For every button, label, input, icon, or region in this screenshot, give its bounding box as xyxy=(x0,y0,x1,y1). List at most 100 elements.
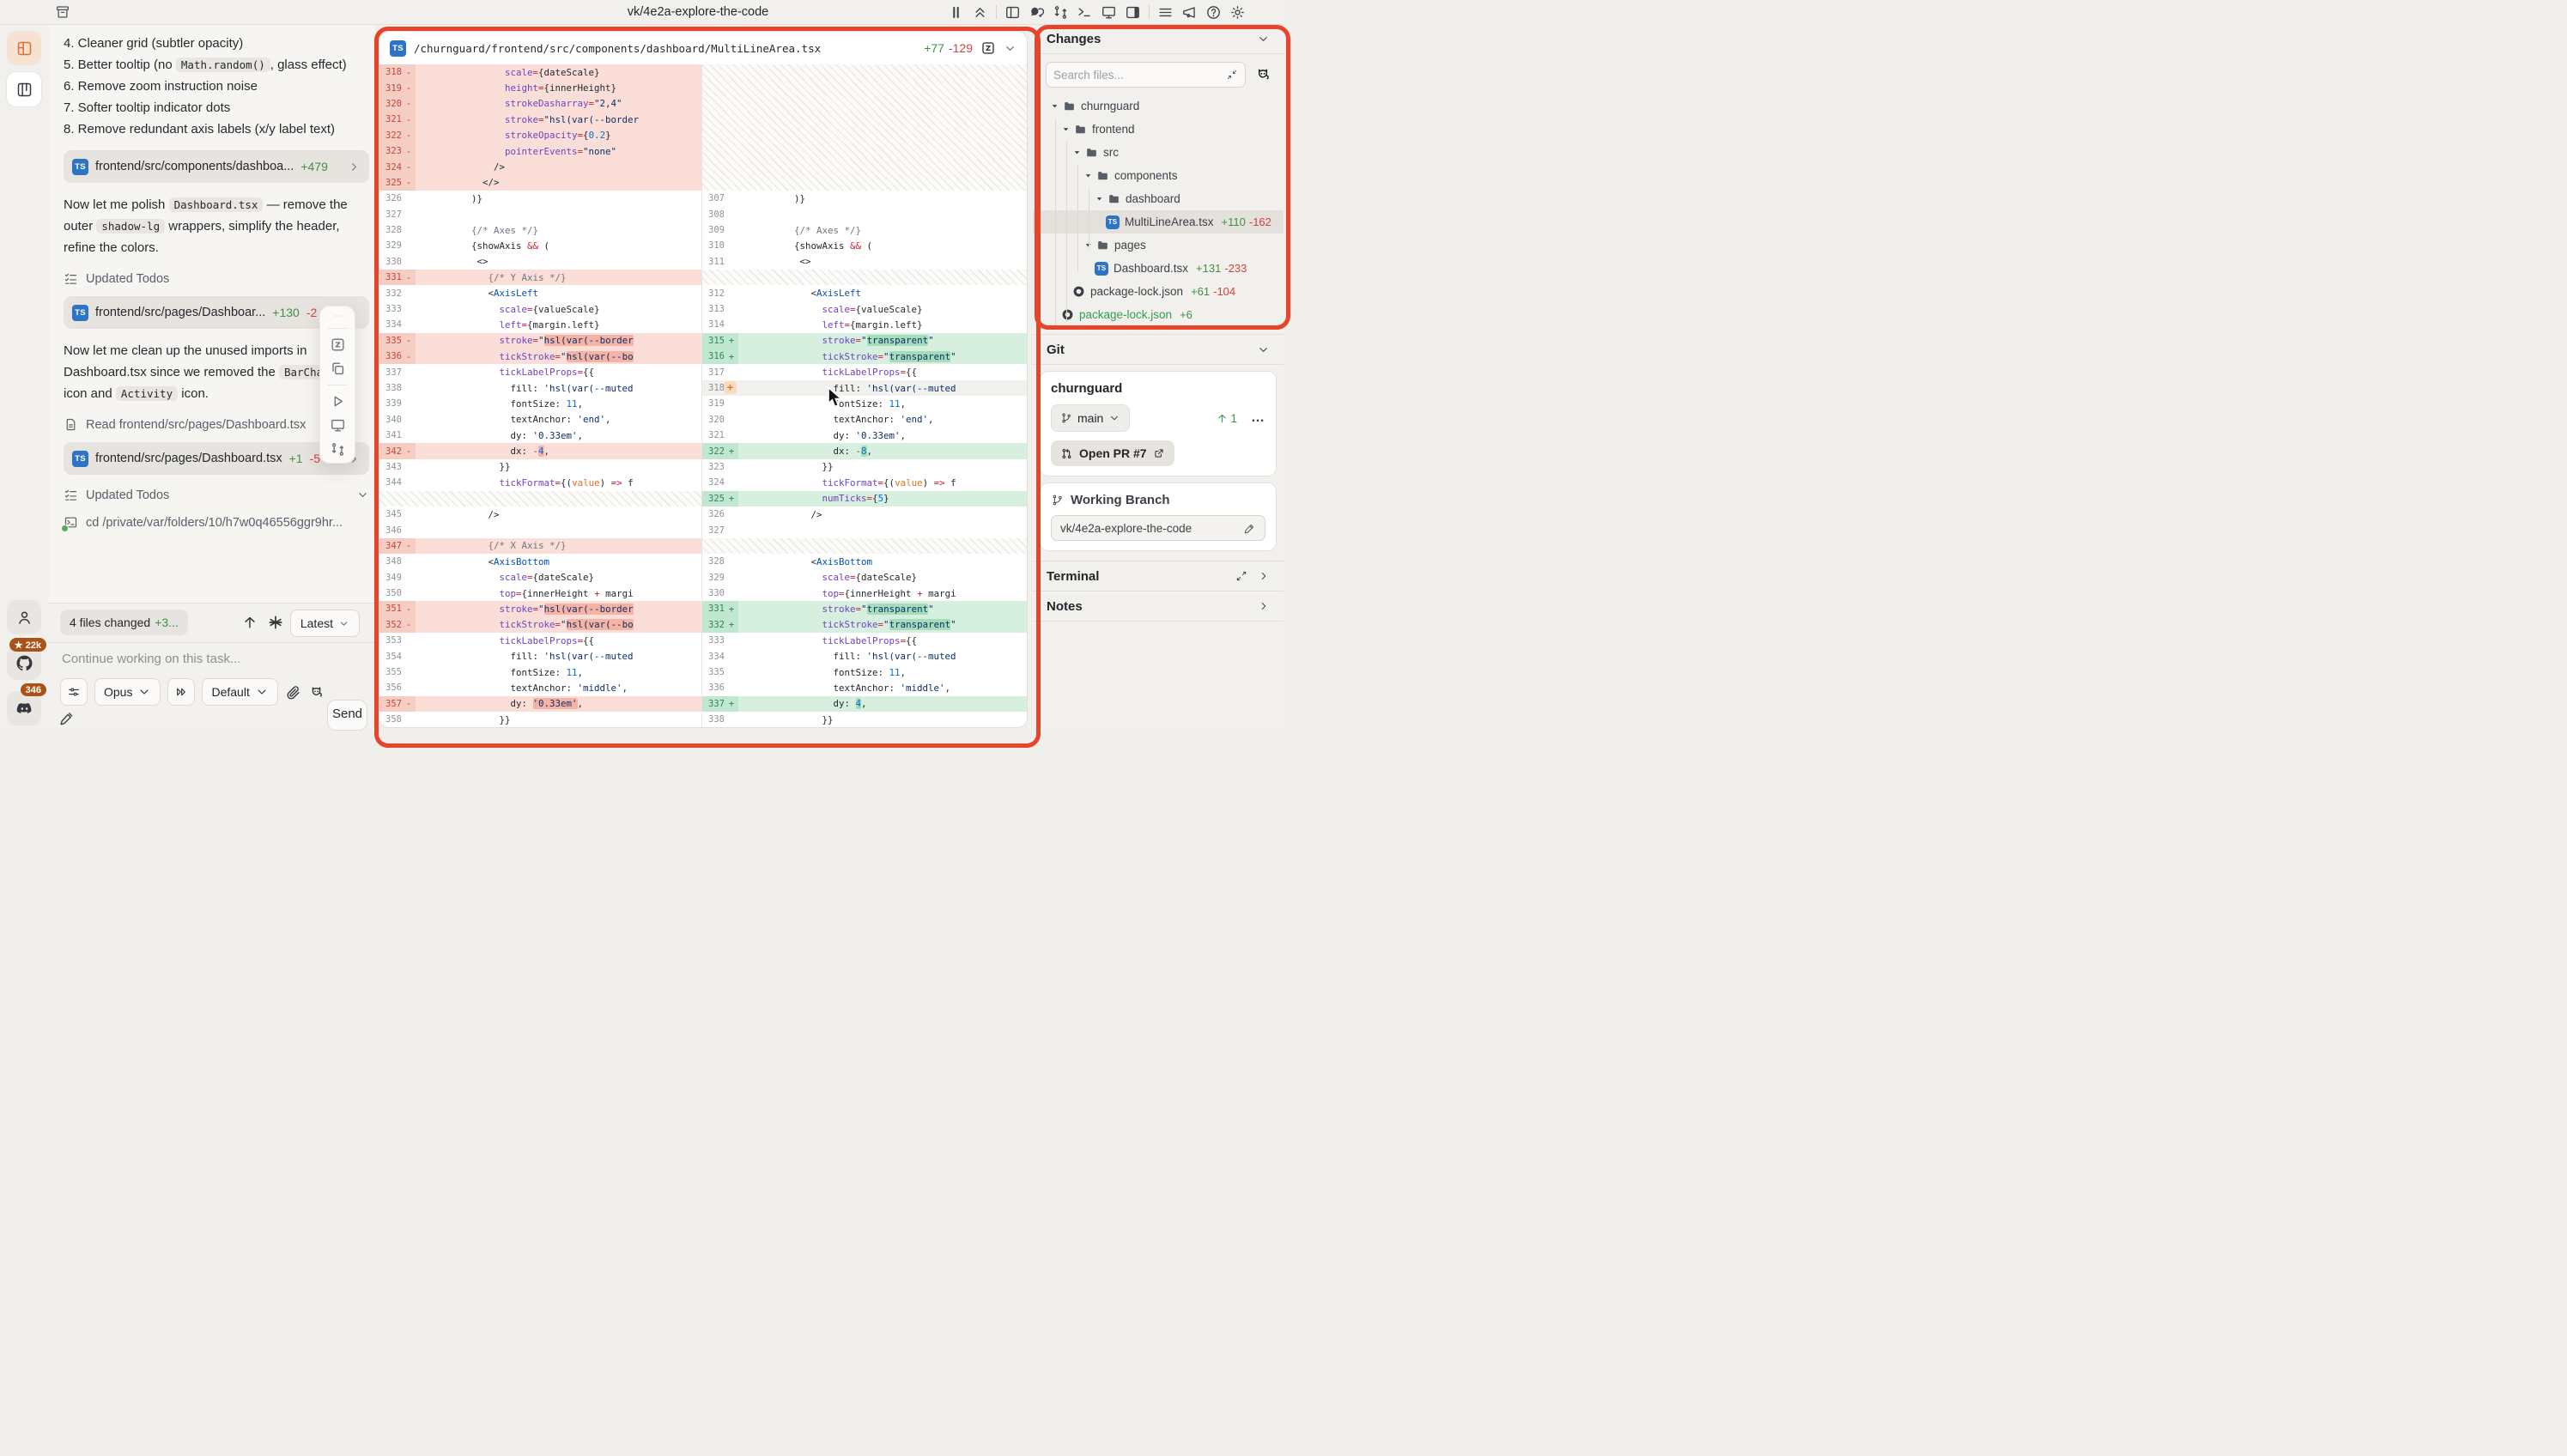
updated-todos-row[interactable]: Updated Todos xyxy=(64,271,369,286)
cat-icon[interactable] xyxy=(1254,66,1271,83)
message-input[interactable]: Continue working on this task... xyxy=(62,652,362,666)
diff-line-left[interactable]: 323- pointerEvents="none" xyxy=(379,143,701,159)
diff-line-right[interactable] xyxy=(701,64,1027,80)
pause-icon[interactable] xyxy=(948,4,964,21)
paperclip-icon[interactable] xyxy=(285,684,301,701)
diff-line-left[interactable]: 340 textAnchor: 'end', xyxy=(379,412,701,428)
git-compare-icon[interactable] xyxy=(330,441,346,458)
fast-forward-button[interactable] xyxy=(167,678,195,706)
diff-line-right[interactable] xyxy=(701,159,1027,174)
more-button[interactable]: … xyxy=(1251,410,1265,426)
diff-line-left[interactable]: 324- /> xyxy=(379,159,701,174)
diff-line-left[interactable]: 325- </> xyxy=(379,175,701,191)
diff-line-right[interactable] xyxy=(701,128,1027,143)
diff-line-right[interactable]: 314 left={margin.left} xyxy=(701,317,1027,332)
diff-line-right[interactable]: 317 tickLabelProps={{ xyxy=(701,364,1027,379)
diff-line-left[interactable]: 355 fontSize: 11, xyxy=(379,664,701,680)
diff-line-left[interactable]: 333 scale={valueScale} xyxy=(379,301,701,317)
diff-line-right[interactable]: 308 xyxy=(701,207,1027,222)
diff-line-left[interactable]: 334 left={margin.left} xyxy=(379,317,701,332)
github-button[interactable]: ★ 22k xyxy=(7,646,41,680)
diff-line-left[interactable]: 329 {showAxis && ( xyxy=(379,238,701,253)
diff-line-left[interactable]: 328 {/* Axes */} xyxy=(379,222,701,238)
diff-line-left[interactable]: 344 tickFormat={(value) => f xyxy=(379,475,701,490)
diff-line-right[interactable]: 332+ tickStroke="transparent" xyxy=(701,617,1027,633)
diff-line-right[interactable]: 315+ stroke="transparent" xyxy=(701,333,1027,349)
brush-icon[interactable] xyxy=(58,710,76,727)
diff-line-right[interactable]: 333 tickLabelProps={{ xyxy=(701,633,1027,648)
diff-line-right[interactable]: 319 fontSize: 11, xyxy=(701,396,1027,411)
monitor-icon[interactable] xyxy=(1101,4,1117,21)
model-dropdown[interactable]: Opus xyxy=(94,678,161,706)
diff-line-left[interactable]: 318- scale={dateScale} xyxy=(379,64,701,80)
diff-line-right[interactable]: 329 scale={dateScale} xyxy=(701,570,1027,585)
tree-item-package-lock-json[interactable]: package-lock.json+6 xyxy=(1033,303,1284,326)
diff-line-right[interactable]: 323 }} xyxy=(701,459,1027,475)
diff-line-left[interactable]: 331- {/* Y Axis */} xyxy=(379,270,701,285)
diff-line-left[interactable]: 319- height={innerHeight} xyxy=(379,80,701,95)
diff-line-right[interactable]: 312 <AxisLeft xyxy=(701,285,1027,300)
diff-line-left[interactable]: 342- dx: -4, xyxy=(379,443,701,458)
diff-mode-icon[interactable] xyxy=(980,40,996,56)
diff-line-left[interactable]: 326 )} xyxy=(379,191,701,206)
help-icon[interactable] xyxy=(1205,4,1222,21)
diff-line-right[interactable]: 310 {showAxis && ( xyxy=(701,238,1027,253)
diff-line-left[interactable]: 338 fill: 'hsl(var(--muted xyxy=(379,380,701,396)
diff-line-left[interactable]: 350 top={innerHeight + margi xyxy=(379,585,701,601)
diff-line-right[interactable]: 309 {/* Axes */} xyxy=(701,222,1027,238)
diff-line-left[interactable]: 347- {/* X Axis */} xyxy=(379,538,701,554)
copy-icon[interactable] xyxy=(330,361,346,377)
tree-item-src[interactable]: src xyxy=(1033,141,1284,164)
expand-icon[interactable] xyxy=(1235,570,1247,582)
files-changed-chip[interactable]: 4 files changed +3... xyxy=(60,610,188,635)
diff-line-left[interactable]: 321- stroke="hsl(var(--border xyxy=(379,112,701,127)
branch-dropdown[interactable]: main xyxy=(1051,404,1130,432)
terminal-command-row[interactable]: cd /private/var/folders/10/h7w0q46556ggr… xyxy=(64,515,369,530)
diff-line-left[interactable]: 354 fill: 'hsl(var(--muted xyxy=(379,648,701,664)
diff-line-left[interactable]: 352- tickStroke="hsl(var(--bo xyxy=(379,617,701,633)
diff-line-left[interactable]: 336- tickStroke="hsl(var(--bo xyxy=(379,349,701,364)
diff-line-right[interactable]: 322+ dx: -8, xyxy=(701,443,1027,458)
send-button[interactable]: Send xyxy=(327,700,367,731)
diff-line-right[interactable]: 335 fontSize: 11, xyxy=(701,664,1027,680)
menu-icon[interactable] xyxy=(1157,4,1174,21)
search-input[interactable]: Search files... xyxy=(1046,62,1246,88)
diff-line-right[interactable]: 328 <AxisBottom xyxy=(701,554,1027,569)
chevron-down-icon[interactable] xyxy=(356,488,369,501)
tree-item-multilinearea-tsx[interactable]: TSMultiLineArea.tsx+110-162 xyxy=(1033,210,1284,234)
kanban-view-button[interactable] xyxy=(7,72,41,106)
diff-line-right[interactable]: 331+ stroke="transparent" xyxy=(701,601,1027,616)
open-pr-button[interactable]: Open PR #7 xyxy=(1051,440,1174,466)
diff-line-right[interactable] xyxy=(701,80,1027,95)
cat-icon[interactable] xyxy=(308,684,325,701)
panel-left-icon[interactable] xyxy=(1004,4,1021,21)
diff-line-right[interactable] xyxy=(701,270,1027,285)
diff-line-left[interactable]: 320- strokeDasharray="2,4" xyxy=(379,96,701,112)
diff-line-left[interactable]: 330 <> xyxy=(379,254,701,270)
collapse-icon[interactable] xyxy=(1226,69,1238,81)
chevrons-up-icon[interactable] xyxy=(972,4,988,21)
diff-line-right[interactable]: 321 dy: '0.33em', xyxy=(701,428,1027,443)
version-dropdown[interactable]: Latest xyxy=(290,610,360,637)
diff-line-left[interactable] xyxy=(379,491,701,507)
diff-line-right[interactable] xyxy=(701,538,1027,554)
diff-line-right[interactable]: 320 textAnchor: 'end', xyxy=(701,412,1027,428)
diff-line-right[interactable]: 307 )} xyxy=(701,191,1027,206)
commits-ahead[interactable]: 1 xyxy=(1216,411,1237,425)
chevron-down-icon[interactable] xyxy=(1004,42,1016,55)
bubbles-icon[interactable] xyxy=(1029,4,1045,21)
tree-item-frontend[interactable]: frontend xyxy=(1033,118,1284,141)
diff-line-right[interactable]: 318+ fill: 'hsl(var(--muted xyxy=(701,380,1027,396)
diff-line-left[interactable]: 327 xyxy=(379,207,701,222)
updated-todos-row[interactable]: Updated Todos xyxy=(64,488,369,502)
layout-view-button[interactable] xyxy=(7,31,41,65)
zsquare-icon[interactable] xyxy=(330,337,346,353)
diff-line-right[interactable]: 325+ numTicks={5} xyxy=(701,491,1027,507)
diff-line-left[interactable]: 335- stroke="hsl(var(--border xyxy=(379,333,701,349)
git-section-header[interactable]: Git xyxy=(1033,335,1284,364)
add-comment-button[interactable]: + xyxy=(724,381,737,394)
tree-item-components[interactable]: components xyxy=(1033,164,1284,187)
diff-line-right[interactable]: 336 textAnchor: 'middle', xyxy=(701,680,1027,695)
terminal-section-header[interactable]: Terminal xyxy=(1033,561,1284,591)
working-branch-input[interactable]: vk/4e2a-explore-the-code xyxy=(1051,515,1265,541)
